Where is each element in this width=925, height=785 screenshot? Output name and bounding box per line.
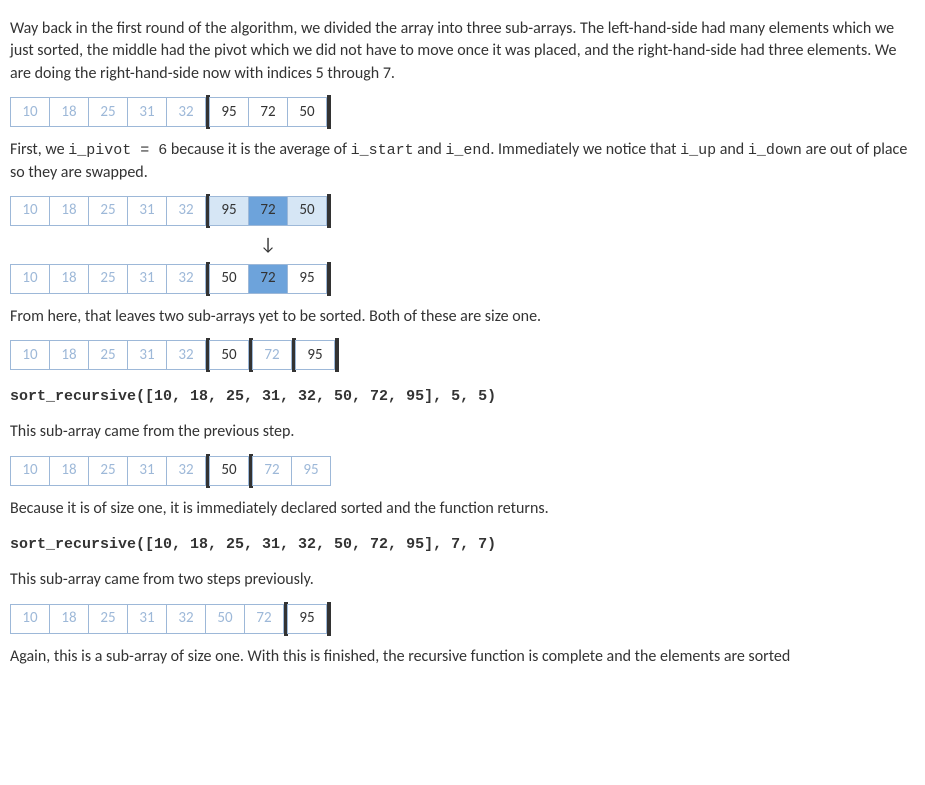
cell: 50 [209, 264, 249, 294]
cell: 25 [88, 196, 128, 226]
cell: 50 [209, 456, 249, 486]
cell: 31 [127, 196, 167, 226]
cell: 10 [10, 340, 50, 370]
array-diagram-5: 10 18 25 31 32 50 72 95 [10, 602, 915, 636]
cell: 50 [205, 604, 245, 634]
paragraph-6: This sub-array came from two steps previ… [10, 569, 915, 591]
array-diagram-1: 10 18 25 31 32 95 72 50 [10, 95, 915, 129]
cell: 31 [127, 456, 167, 486]
cell: 10 [10, 196, 50, 226]
cell: 32 [166, 97, 206, 127]
cell: 32 [166, 264, 206, 294]
separator [335, 338, 339, 372]
paragraph-7: Again, this is a sub-array of size one. … [10, 646, 915, 668]
cell: 25 [88, 340, 128, 370]
separator [327, 262, 331, 296]
cell: 50 [287, 97, 327, 127]
array-diagram-2b: 10 18 25 31 32 50 72 95 [10, 262, 915, 296]
cell: 72 [252, 340, 292, 370]
cell: 31 [127, 604, 167, 634]
array-diagram-3: 10 18 25 31 32 50 72 95 [10, 338, 915, 372]
cell: 31 [127, 264, 167, 294]
cell: 10 [10, 264, 50, 294]
cell-pivot: 72 [248, 196, 288, 226]
separator [327, 602, 331, 636]
cell: 32 [166, 456, 206, 486]
cell: 72 [252, 456, 292, 486]
cell: 25 [88, 456, 128, 486]
cell: 50 [209, 340, 249, 370]
cell: 25 [88, 604, 128, 634]
array-diagram-2a: 10 18 25 31 32 95 72 50 [10, 194, 915, 228]
cell: 95 [287, 264, 327, 294]
intro-paragraph: Way back in the first round of the algor… [10, 18, 915, 85]
cell: 18 [49, 264, 89, 294]
paragraph-4: This sub-array came from the previous st… [10, 421, 915, 443]
down-arrow-icon: ↓ [248, 234, 288, 256]
function-call-1: sort_recursive([10, 18, 25, 31, 32, 50, … [10, 386, 915, 407]
function-call-2: sort_recursive([10, 18, 25, 31, 32, 50, … [10, 534, 915, 555]
separator [327, 95, 331, 129]
cell: 50 [287, 196, 327, 226]
paragraph-5: Because it is of size one, it is immedia… [10, 498, 915, 520]
cell: 32 [166, 196, 206, 226]
cell: 25 [88, 97, 128, 127]
separator [327, 194, 331, 228]
cell: 10 [10, 456, 50, 486]
cell: 95 [295, 340, 335, 370]
cell: 95 [287, 604, 327, 634]
cell: 31 [127, 340, 167, 370]
cell: 25 [88, 264, 128, 294]
cell: 18 [49, 340, 89, 370]
down-arrow-row: ↓ [10, 234, 915, 256]
array-diagram-4: 10 18 25 31 32 50 72 95 [10, 454, 915, 488]
cell: 10 [10, 97, 50, 127]
cell: 18 [49, 604, 89, 634]
cell-pivot: 72 [248, 264, 288, 294]
cell: 18 [49, 97, 89, 127]
cell: 95 [209, 196, 249, 226]
cell: 32 [166, 340, 206, 370]
cell: 72 [248, 97, 288, 127]
cell: 18 [49, 196, 89, 226]
cell: 72 [244, 604, 284, 634]
cell: 18 [49, 456, 89, 486]
cell: 10 [10, 604, 50, 634]
cell: 95 [291, 456, 331, 486]
cell: 31 [127, 97, 167, 127]
cell: 32 [166, 604, 206, 634]
paragraph-2: First, we i_pivot = 6 because it is the … [10, 139, 915, 184]
paragraph-3: From here, that leaves two sub-arrays ye… [10, 306, 915, 328]
cell: 95 [209, 97, 249, 127]
